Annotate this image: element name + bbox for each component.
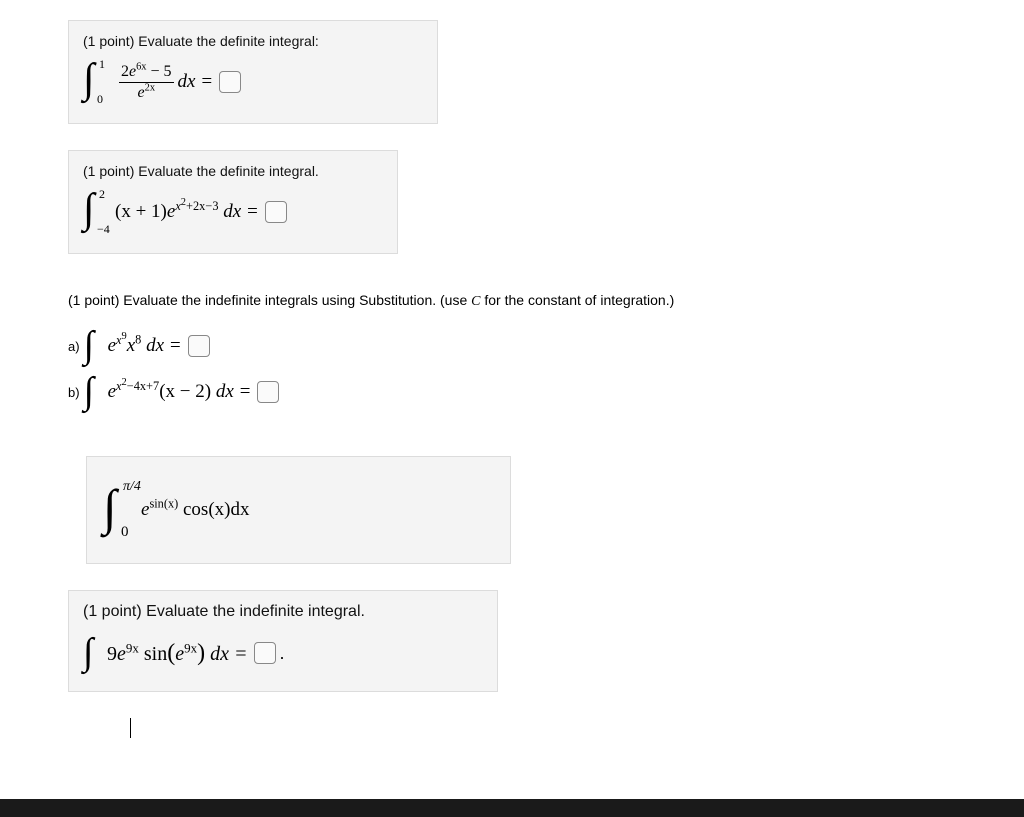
q2-prompt: (1 point) Evaluate the definite integral… — [83, 163, 383, 179]
taskbar[interactable] — [0, 799, 1024, 817]
question-3-panel: (1 point) Evaluate the indefinite integr… — [68, 280, 968, 430]
question-2-panel: (1 point) Evaluate the definite integral… — [68, 150, 398, 254]
period: . — [280, 643, 285, 664]
q3-prompt: (1 point) Evaluate the indefinite integr… — [68, 292, 954, 310]
q1-answer-input[interactable] — [219, 71, 241, 93]
q2-answer-input[interactable] — [265, 201, 287, 223]
q3b-math: b) ∫ ex2−4x+7(x − 2) dx = — [68, 372, 954, 412]
integral-symbol: ∫ π/4 0 — [103, 483, 139, 537]
q3a-math: a) ∫ ex9x8 dx = — [68, 326, 954, 366]
question-1-panel: (1 point) Evaluate the definite integral… — [68, 20, 438, 124]
q1-math: ∫ 1 0 2e6x − 5 e2x dx = — [83, 59, 423, 105]
q5-answer-input[interactable] — [254, 642, 276, 664]
q5-prompt: (1 point) Evaluate the indefinite integr… — [83, 603, 483, 621]
integral-symbol: ∫ — [84, 372, 106, 412]
q4-math: ∫ π/4 0 esin(x) cos(x)dx — [101, 475, 496, 545]
integral-symbol: ∫ 1 0 — [83, 59, 113, 105]
q5-math: ∫ 9e9x sin(e9x) dx = . — [83, 633, 483, 673]
q1-prompt: (1 point) Evaluate the definite integral… — [83, 33, 423, 49]
question-4-panel: ∫ π/4 0 esin(x) cos(x)dx — [86, 456, 511, 564]
q2-math: ∫ 2 −4 (x + 1)ex2+2x−3 dx = — [83, 189, 383, 235]
text-cursor — [130, 718, 131, 738]
q3b-answer-input[interactable] — [257, 381, 279, 403]
integral-symbol: ∫ 2 −4 — [83, 189, 113, 235]
q3a-answer-input[interactable] — [188, 335, 210, 357]
integral-symbol: ∫ — [83, 633, 105, 673]
page-content: (1 point) Evaluate the definite integral… — [0, 0, 1024, 738]
integral-symbol: ∫ — [84, 326, 106, 366]
question-5-panel: (1 point) Evaluate the indefinite integr… — [68, 590, 498, 692]
